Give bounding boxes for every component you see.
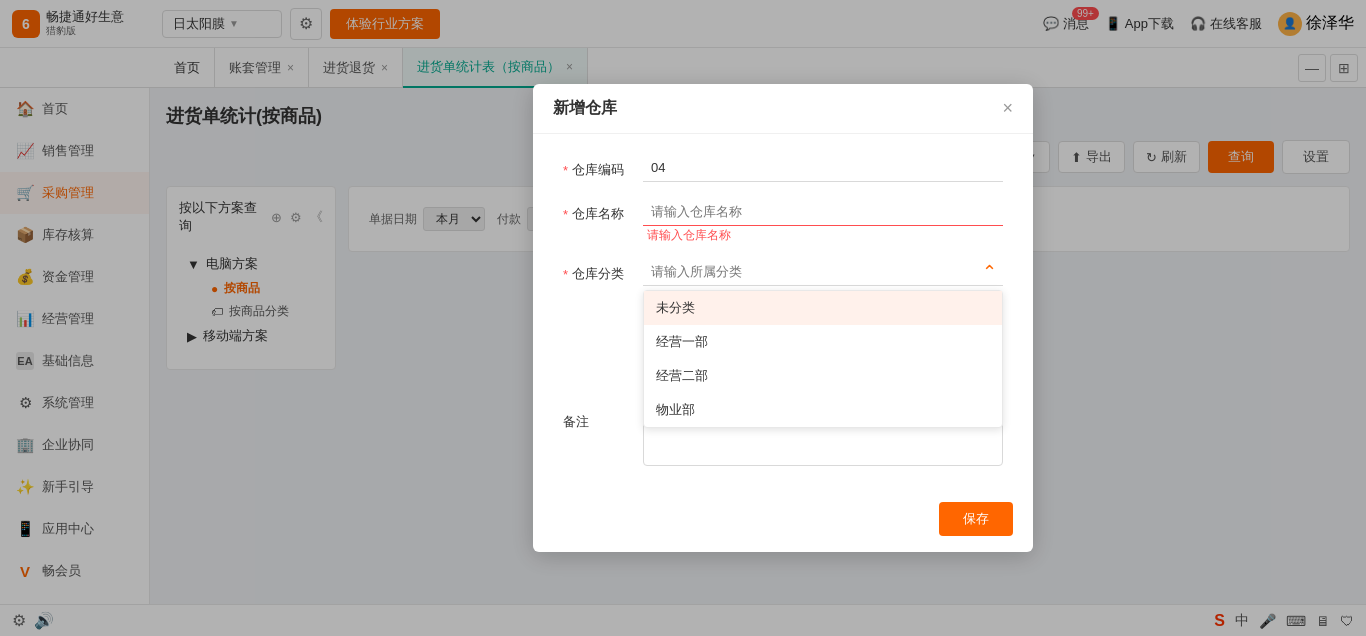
warehouse-name-input[interactable] xyxy=(643,198,1003,226)
warehouse-code-input[interactable] xyxy=(643,154,1003,182)
dropdown-item-dept2[interactable]: 经营二部 xyxy=(644,359,1002,393)
modal-title: 新增仓库 xyxy=(553,98,617,119)
warehouse-name-label: * 仓库名称 xyxy=(563,198,643,223)
new-warehouse-modal: 新增仓库 × * 仓库编码 * 仓库名称 请输入仓库名称 * 仓库分类 xyxy=(533,84,1033,552)
dropdown-item-uncategorized[interactable]: 未分类 xyxy=(644,291,1002,325)
category-input[interactable] xyxy=(643,258,1003,286)
dropdown-item-property[interactable]: 物业部 xyxy=(644,393,1002,427)
warehouse-category-row: * 仓库分类 ⌃ 未分类 经营一部 经营二部 物业部 xyxy=(563,258,1003,286)
modal-close-btn[interactable]: × xyxy=(1002,98,1013,119)
warehouse-name-row: * 仓库名称 请输入仓库名称 xyxy=(563,198,1003,226)
required-star-3: * xyxy=(563,267,568,282)
category-dropdown: 未分类 经营一部 经营二部 物业部 xyxy=(643,290,1003,428)
warehouse-name-error-msg: 请输入仓库名称 xyxy=(647,227,731,244)
required-star-1: * xyxy=(563,163,568,178)
modal-footer: 保存 xyxy=(533,502,1033,536)
warehouse-code-label: * 仓库编码 xyxy=(563,154,643,179)
modal-body: * 仓库编码 * 仓库名称 请输入仓库名称 * 仓库分类 ⌃ xyxy=(533,134,1033,502)
save-button[interactable]: 保存 xyxy=(939,502,1013,536)
required-star-2: * xyxy=(563,207,568,222)
warehouse-category-label: * 仓库分类 xyxy=(563,258,643,283)
category-wrapper: ⌃ 未分类 经营一部 经营二部 物业部 xyxy=(643,258,1003,286)
dropdown-item-dept1[interactable]: 经营一部 xyxy=(644,325,1002,359)
modal-header: 新增仓库 × xyxy=(533,84,1033,134)
category-toggle-icon[interactable]: ⌃ xyxy=(982,261,997,283)
remark-label: 备注 xyxy=(563,406,643,431)
warehouse-code-row: * 仓库编码 xyxy=(563,154,1003,182)
